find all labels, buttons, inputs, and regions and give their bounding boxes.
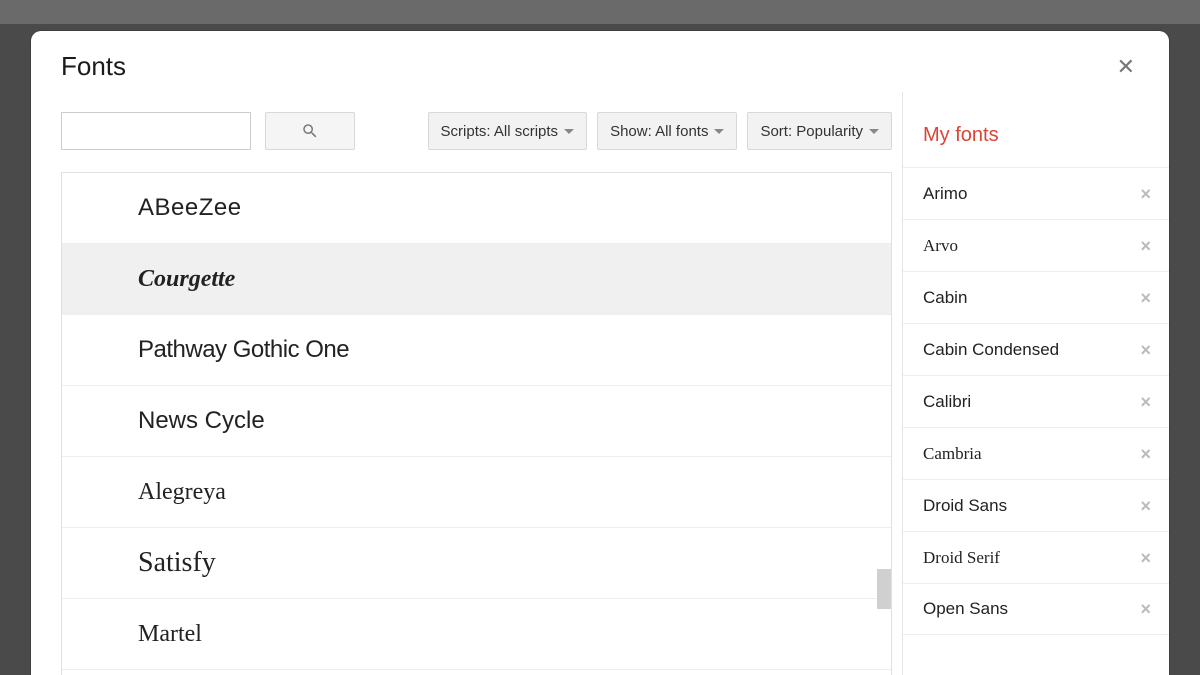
search-icon <box>301 122 319 140</box>
chevron-down-icon <box>869 129 879 134</box>
my-font-name: Arvo <box>923 236 958 256</box>
my-font-name: Calibri <box>923 392 971 412</box>
backdrop <box>0 0 1200 24</box>
show-filter[interactable]: Show: All fonts <box>597 112 737 150</box>
my-font-item[interactable]: Arvo × <box>903 219 1169 271</box>
my-fonts-title: My fonts <box>903 112 1169 167</box>
font-row[interactable]: Martel <box>62 599 891 670</box>
remove-font-button[interactable]: × <box>1140 549 1151 567</box>
show-filter-label: Show: All fonts <box>610 123 708 140</box>
my-fonts-list: Arimo×Arvo×Cabin×Cabin Condensed×Calibri… <box>903 167 1169 635</box>
font-row[interactable]: ABeeZee <box>62 173 891 244</box>
chevron-down-icon <box>714 129 724 134</box>
my-font-item[interactable]: Cambria × <box>903 427 1169 479</box>
left-pane: Scripts: All scripts Show: All fonts Sor… <box>31 92 902 675</box>
font-name: Satisfy <box>138 547 216 579</box>
scripts-filter-label: Scripts: All scripts <box>441 123 559 140</box>
search-input[interactable] <box>61 112 251 150</box>
remove-font-button[interactable]: × <box>1140 185 1151 203</box>
remove-font-button[interactable]: × <box>1140 393 1151 411</box>
my-font-item[interactable]: Cabin Condensed × <box>903 323 1169 375</box>
font-name: Martel <box>138 621 202 648</box>
font-row[interactable]: Satisfy <box>62 528 891 599</box>
fonts-dialog: Fonts ✕ Scripts: All scripts <box>31 31 1169 675</box>
font-name: ABeeZee <box>138 194 242 222</box>
my-font-name: Cabin <box>923 288 967 308</box>
my-font-name: Open Sans <box>923 599 1008 619</box>
my-font-item[interactable]: Arimo × <box>903 167 1169 219</box>
font-name: Alegreya <box>138 479 226 506</box>
remove-font-button[interactable]: × <box>1140 445 1151 463</box>
close-button[interactable]: ✕ <box>1113 52 1139 82</box>
remove-font-button[interactable]: × <box>1140 341 1151 359</box>
my-font-name: Arimo <box>923 184 967 204</box>
my-font-item[interactable]: Calibri × <box>903 375 1169 427</box>
font-row[interactable]: Pathway Gothic One <box>62 315 891 386</box>
font-name: Courgette <box>138 266 235 293</box>
remove-font-button[interactable]: × <box>1140 237 1151 255</box>
my-font-item[interactable]: Open Sans × <box>903 583 1169 635</box>
my-font-item[interactable]: Cabin × <box>903 271 1169 323</box>
font-name: News Cycle <box>138 407 265 435</box>
close-icon: ✕ <box>1117 54 1135 79</box>
my-font-name: Cabin Condensed <box>923 340 1059 360</box>
my-font-name: Droid Sans <box>923 496 1007 516</box>
my-font-item[interactable]: Droid Serif × <box>903 531 1169 583</box>
scripts-filter[interactable]: Scripts: All scripts <box>428 112 588 150</box>
search-button[interactable] <box>265 112 355 150</box>
dialog-body: Scripts: All scripts Show: All fonts Sor… <box>31 92 1169 675</box>
chevron-down-icon <box>564 129 574 134</box>
remove-font-button[interactable]: × <box>1140 289 1151 307</box>
filter-group: Scripts: All scripts Show: All fonts Sor… <box>428 112 892 150</box>
dialog-title: Fonts <box>61 51 126 82</box>
sort-filter-label: Sort: Popularity <box>760 123 863 140</box>
sort-filter[interactable]: Sort: Popularity <box>747 112 892 150</box>
my-font-item[interactable]: Droid Sans × <box>903 479 1169 531</box>
font-row[interactable]: Alegreya <box>62 457 891 528</box>
font-name: Pathway Gothic One <box>138 336 349 364</box>
font-list[interactable]: ABeeZee Courgette Pathway Gothic One News C… <box>61 172 892 675</box>
scrollbar-thumb[interactable] <box>877 569 891 609</box>
font-row[interactable]: Courgette <box>62 244 891 315</box>
dialog-header: Fonts ✕ <box>31 31 1169 92</box>
my-font-name: Droid Serif <box>923 548 1000 568</box>
my-fonts-pane: My fonts Arimo×Arvo×Cabin×Cabin Condense… <box>902 92 1169 675</box>
remove-font-button[interactable]: × <box>1140 497 1151 515</box>
my-font-name: Cambria <box>923 444 982 464</box>
font-row[interactable]: News Cycle <box>62 386 891 457</box>
remove-font-button[interactable]: × <box>1140 600 1151 618</box>
controls-bar: Scripts: All scripts Show: All fonts Sor… <box>61 112 892 150</box>
